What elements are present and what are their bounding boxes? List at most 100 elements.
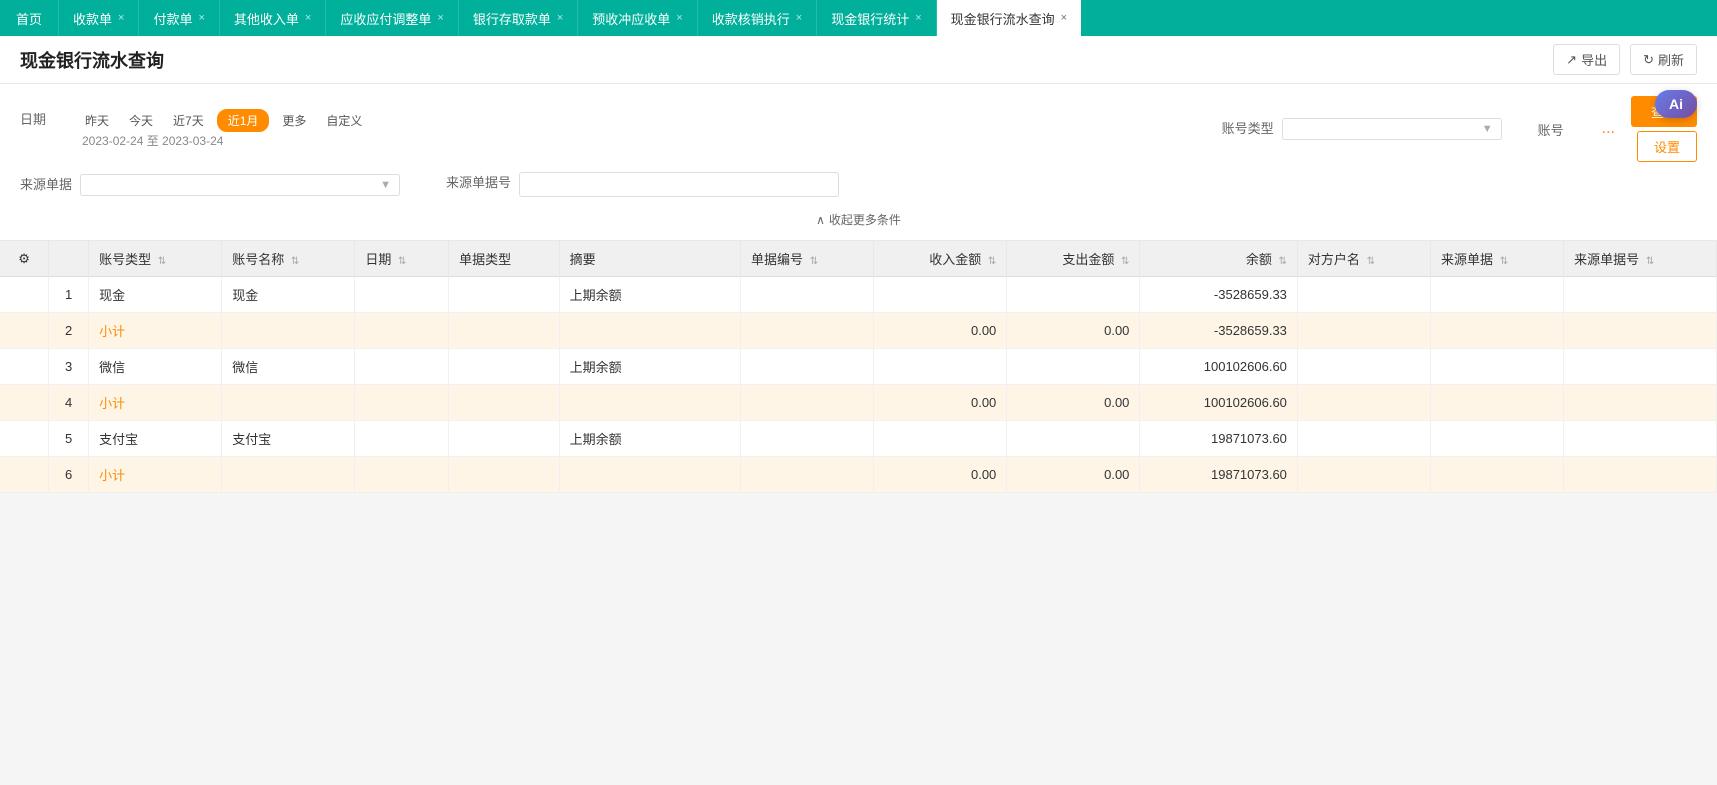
- close-icon-2[interactable]: ×: [305, 12, 311, 24]
- close-icon-4[interactable]: ×: [557, 12, 563, 24]
- cell-income: 0.00: [874, 457, 1007, 493]
- cell-summary: 上期余额: [559, 349, 740, 385]
- cell-date: [355, 457, 449, 493]
- nav-tab-7[interactable]: 现金银行统计 ×: [817, 0, 936, 36]
- ai-badge[interactable]: Ai: [1655, 90, 1697, 118]
- close-icon-8[interactable]: ×: [1061, 12, 1067, 24]
- col-balance[interactable]: 余额 ⇅: [1140, 241, 1298, 277]
- cell-doc-no: [741, 385, 874, 421]
- collapse-bar[interactable]: ∧ 收起更多条件: [20, 207, 1697, 230]
- col-source-doc-no[interactable]: 来源单据号 ⇅: [1564, 241, 1717, 277]
- date-section-inner: 昨天 今天 近7天 近1月 更多 自定义 2023-02-24 至 2023-0…: [78, 109, 377, 149]
- cell-doc-type: [449, 421, 559, 457]
- gear-icon[interactable]: ⚙: [18, 251, 30, 266]
- settings-button[interactable]: 设置: [1637, 131, 1697, 162]
- cell-doc-type: [449, 457, 559, 493]
- cell-balance: 19871073.60: [1140, 457, 1298, 493]
- cell-account-name: 现金: [222, 277, 355, 313]
- col-gear[interactable]: ⚙: [0, 241, 49, 277]
- sort-icon-income: ⇅: [988, 256, 996, 267]
- nav-tab-2[interactable]: 其他收入单 ×: [220, 0, 326, 36]
- chevron-up-icon: ∧: [816, 213, 825, 227]
- cell-income: 0.00: [874, 385, 1007, 421]
- col-seq: [49, 241, 89, 277]
- header-row: ⚙ 账号类型 ⇅ 账号名称 ⇅ 日期 ⇅ 单据类型: [0, 241, 1717, 277]
- cell-expense: 0.00: [1007, 457, 1140, 493]
- close-icon-1[interactable]: ×: [198, 12, 204, 24]
- col-doc-no[interactable]: 单据编号 ⇅: [741, 241, 874, 277]
- col-counterpart[interactable]: 对方户名 ⇅: [1297, 241, 1430, 277]
- account-type-label: 账号类型: [1222, 118, 1274, 137]
- close-icon-3[interactable]: ×: [437, 12, 443, 24]
- refresh-icon: ↻: [1643, 52, 1654, 68]
- col-expense[interactable]: 支出金额 ⇅: [1007, 241, 1140, 277]
- date-section: 日期 昨天 今天 近7天 近1月 更多 自定义 2023-02-24 至 202…: [20, 109, 377, 149]
- data-table: ⚙ 账号类型 ⇅ 账号名称 ⇅ 日期 ⇅ 单据类型: [0, 241, 1717, 493]
- col-summary: 摘要: [559, 241, 740, 277]
- nav-home[interactable]: 首页: [0, 0, 59, 36]
- col-account-name[interactable]: 账号名称 ⇅: [222, 241, 355, 277]
- date-btn-today[interactable]: 今天: [122, 109, 160, 132]
- refresh-button[interactable]: ↻ 刷新: [1630, 44, 1697, 75]
- table-container: ⚙ 账号类型 ⇅ 账号名称 ⇅ 日期 ⇅ 单据类型: [0, 241, 1717, 493]
- nav-tab-1[interactable]: 付款单 ×: [139, 0, 219, 36]
- sort-icon-account-name: ⇅: [291, 256, 299, 267]
- cell-gear: [0, 385, 49, 421]
- nav-tab-0[interactable]: 收款单 ×: [59, 0, 139, 36]
- cell-counterpart: [1297, 385, 1430, 421]
- sort-icon-account-type: ⇅: [158, 256, 166, 267]
- close-icon-6[interactable]: ×: [796, 12, 802, 24]
- col-source-doc[interactable]: 来源单据 ⇅: [1431, 241, 1564, 277]
- source-doc-no-input[interactable]: [519, 172, 839, 197]
- cell-doc-no: [741, 277, 874, 313]
- cell-doc-type: [449, 349, 559, 385]
- cell-account-type: 小计: [89, 385, 222, 421]
- cell-doc-type: [449, 277, 559, 313]
- nav-tab-3[interactable]: 应收应付调整单 ×: [326, 0, 458, 36]
- cell-doc-no: [741, 421, 874, 457]
- col-income[interactable]: 收入金额 ⇅: [874, 241, 1007, 277]
- cell-gear: [0, 313, 49, 349]
- cell-account-type: 现金: [89, 277, 222, 313]
- date-btn-custom[interactable]: 自定义: [319, 109, 369, 132]
- close-icon-0[interactable]: ×: [118, 12, 124, 24]
- cell-account-type: 微信: [89, 349, 222, 385]
- date-btn-1month[interactable]: 近1月: [217, 109, 270, 132]
- cell-account-name: [222, 313, 355, 349]
- cell-date: [355, 313, 449, 349]
- filter-row-2: 来源单据 ▼ 来源单据号: [20, 172, 1697, 197]
- sort-icon-balance: ⇅: [1279, 256, 1287, 267]
- nav-tab-4[interactable]: 银行存取款单 ×: [459, 0, 578, 36]
- export-button[interactable]: ↗ 导出: [1553, 44, 1620, 75]
- cell-gear: [0, 457, 49, 493]
- col-date[interactable]: 日期 ⇅: [355, 241, 449, 277]
- date-btn-7days[interactable]: 近7天: [166, 109, 211, 132]
- cell-balance: 19871073.60: [1140, 421, 1298, 457]
- dots-button[interactable]: ...: [1596, 120, 1621, 138]
- close-icon-7[interactable]: ×: [915, 12, 921, 24]
- nav-tab-6[interactable]: 收款核销执行 ×: [698, 0, 817, 36]
- cell-summary: [559, 457, 740, 493]
- table-header: ⚙ 账号类型 ⇅ 账号名称 ⇅ 日期 ⇅ 单据类型: [0, 241, 1717, 277]
- cell-seq: 4: [49, 385, 89, 421]
- cell-source-doc-no: [1564, 277, 1717, 313]
- cell-account-name: [222, 385, 355, 421]
- date-btn-yesterday[interactable]: 昨天: [78, 109, 116, 132]
- cell-summary: 上期余额: [559, 421, 740, 457]
- cell-gear: [0, 277, 49, 313]
- col-account-type[interactable]: 账号类型 ⇅: [89, 241, 222, 277]
- export-icon: ↗: [1566, 52, 1577, 68]
- filter-row-1: 日期 昨天 今天 近7天 近1月 更多 自定义 2023-02-24 至 202…: [20, 96, 1697, 162]
- account-type-select[interactable]: ▼: [1282, 118, 1502, 140]
- cell-expense: [1007, 421, 1140, 457]
- cell-income: [874, 421, 1007, 457]
- source-doc-select[interactable]: ▼: [80, 174, 400, 196]
- date-btn-more[interactable]: 更多: [275, 109, 313, 132]
- cell-source-doc-no: [1564, 385, 1717, 421]
- cell-summary: 上期余额: [559, 277, 740, 313]
- nav-tab-8[interactable]: 现金银行流水查询 ×: [937, 0, 1081, 36]
- sort-icon-expense: ⇅: [1121, 256, 1129, 267]
- nav-tab-5[interactable]: 预收冲应收单 ×: [578, 0, 697, 36]
- close-icon-5[interactable]: ×: [676, 12, 682, 24]
- page-header: 现金银行流水查询 ↗ 导出 ↻ 刷新: [0, 36, 1717, 84]
